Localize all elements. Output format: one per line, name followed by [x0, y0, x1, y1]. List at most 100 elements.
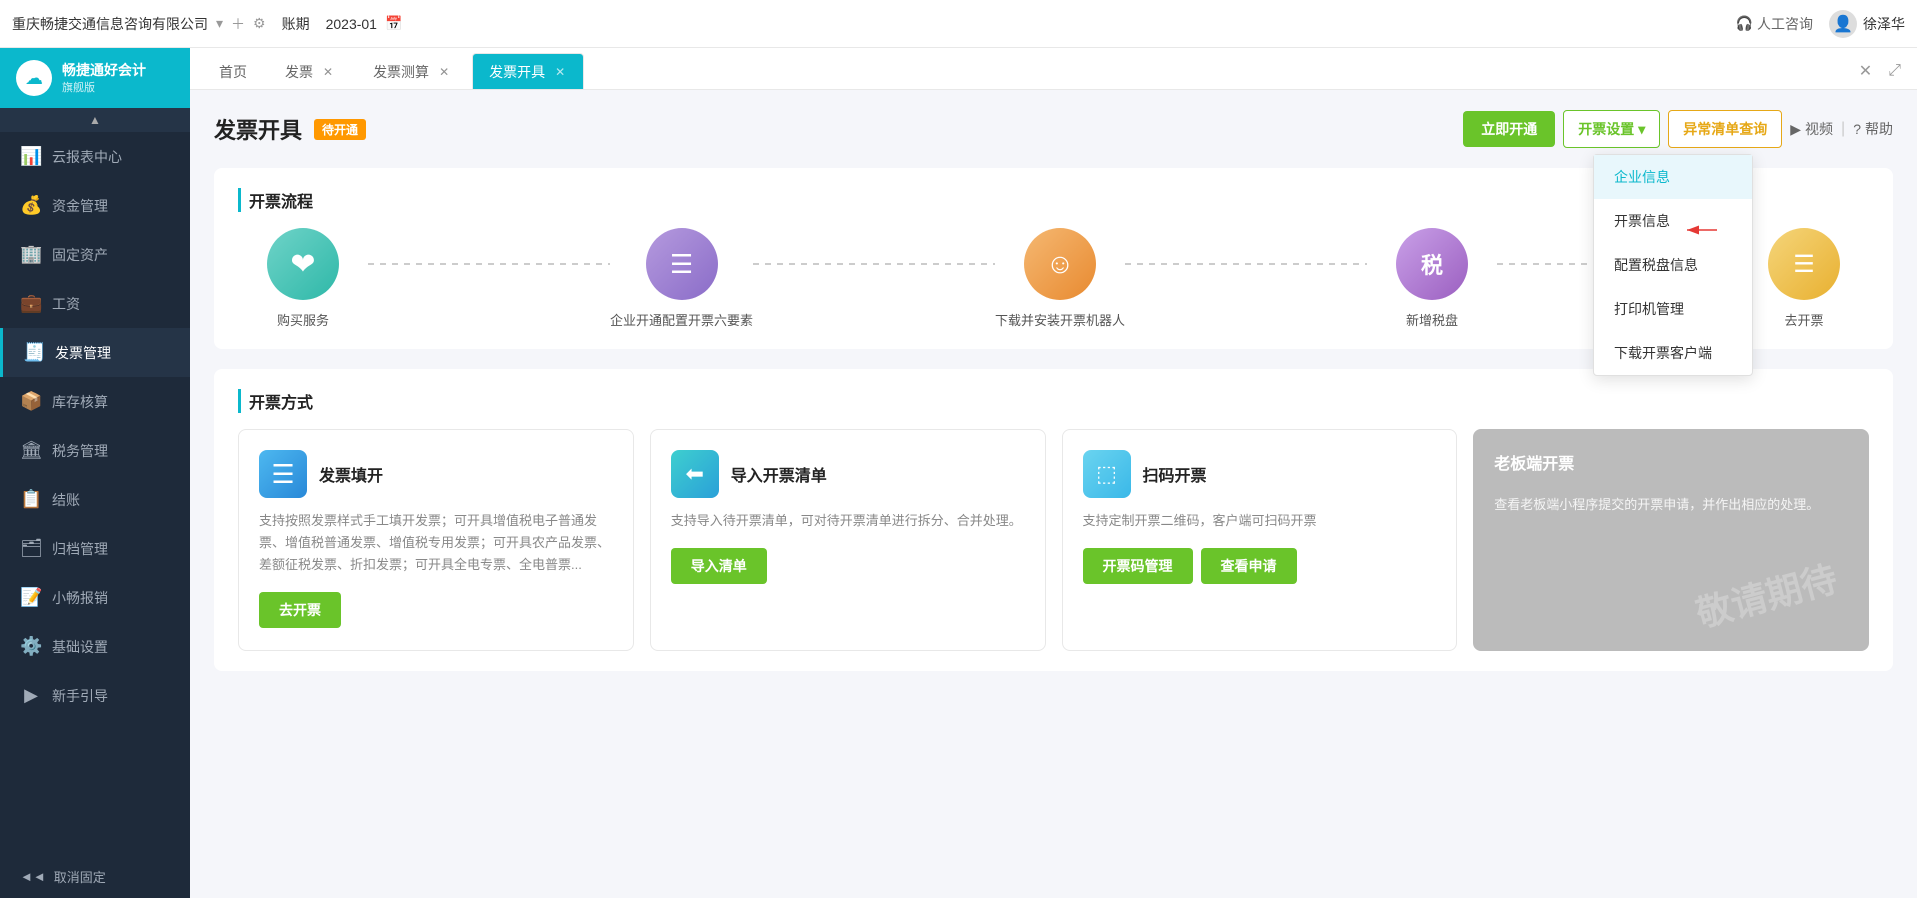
flow-step-buy: ❤ 购买服务 — [238, 228, 368, 329]
import-desc: 支持导入待开票清单，可对待开票清单进行拆分、合并处理。 — [671, 510, 1025, 532]
account-period-label: 账期 — [282, 14, 310, 34]
dropdown-item-printer[interactable]: 打印机管理 — [1594, 287, 1752, 331]
tab-invoice-close[interactable]: ✕ — [321, 63, 335, 81]
archive-icon: 🗂 — [20, 538, 42, 559]
flow-step-download-icon: ☺ — [1024, 228, 1096, 300]
sidebar-item-assets[interactable]: 🏢 固定资产 — [0, 230, 190, 279]
settings-dropdown-menu: 企业信息 开票信息 配置税盘信息 打印机管理 下载开票客户端 — [1593, 154, 1753, 376]
top-bar-right: 🎧 人工咨询 👤 徐泽华 — [1736, 10, 1905, 38]
logo-area: ☁ 畅捷通好会计 旗舰版 — [0, 48, 190, 108]
add-icon[interactable]: ＋ — [231, 14, 245, 34]
logo-icon: ☁ — [16, 60, 52, 96]
sidebar-item-settings[interactable]: ⚙️ 基础设置 — [0, 622, 190, 671]
dropdown-icon[interactable]: ▾ — [216, 15, 223, 32]
sidebar-scroll-up[interactable]: ▲ — [0, 108, 190, 132]
manual-desc: 支持按照发票样式手工填开发票；可开具增值税电子普通发票、增值税普通发票、增值税专… — [259, 510, 613, 576]
sidebar-item-label-invoice: 发票管理 — [55, 343, 111, 363]
flow-step-add-tax-label: 新增税盘 — [1406, 310, 1458, 329]
tab-invoice-calc-label: 发票测算 — [373, 62, 429, 82]
main-layout: ☁ 畅捷通好会计 旗舰版 ▲ 📊 云报表中心 💰 资金管理 🏢 固定资产 💼 工… — [0, 48, 1917, 898]
invoice-icon: 🧾 — [23, 342, 45, 363]
sidebar-item-report[interactable]: 📝 小畅报销 — [0, 573, 190, 622]
tab-invoice[interactable]: 发票 ✕ — [268, 53, 352, 89]
page-title-area: 发票开具 待开通 — [214, 113, 366, 145]
tab-invoice-calc[interactable]: 发票测算 ✕ — [356, 53, 468, 89]
methods-grid: ☰ 发票填开 支持按照发票样式手工填开发票；可开具增值税电子普通发票、增值税普通… — [238, 429, 1869, 651]
scan-view-apply-button[interactable]: 查看申请 — [1201, 548, 1297, 584]
user-info[interactable]: 👤 徐泽华 — [1829, 10, 1905, 38]
tab-invoice-issue-label: 发票开具 — [489, 62, 545, 82]
scan-code-mgmt-button[interactable]: 开票码管理 — [1083, 548, 1193, 584]
settings-nav-icon: ⚙️ — [20, 636, 42, 657]
sidebar-item-label-tax: 税务管理 — [52, 441, 108, 461]
tab-invoice-label: 发票 — [285, 62, 313, 82]
import-list-button[interactable]: 导入清单 — [671, 548, 767, 584]
dropdown-item-invoice-info[interactable]: 开票信息 — [1594, 199, 1752, 243]
sidebar-item-accounting[interactable]: 📋 结账 — [0, 475, 190, 524]
tab-invoice-issue[interactable]: 发票开具 ✕ — [472, 53, 584, 89]
sidebar-item-archive[interactable]: 🗂 归档管理 — [0, 524, 190, 573]
company-name: 重庆畅捷交通信息咨询有限公司 — [12, 14, 208, 34]
methods-section-title: 开票方式 — [238, 389, 1869, 413]
manual-icon: ☰ — [259, 450, 307, 498]
video-label: 视频 — [1805, 119, 1833, 139]
boss-card-content: 老板端开票 查看老板端小程序提交的开票申请，并作出相应的处理。 敬请期待 — [1494, 450, 1848, 630]
logo-title: 畅捷通好会计 — [62, 61, 146, 79]
sidebar-item-label-assets: 固定资产 — [52, 245, 108, 265]
sidebar-item-invoice[interactable]: 🧾 发票管理 — [0, 328, 190, 377]
payroll-icon: 💼 — [20, 293, 42, 314]
calendar-icon[interactable]: 📅 — [385, 15, 402, 32]
anomaly-button[interactable]: 异常清单查询 — [1668, 110, 1782, 148]
content-area: 首页 发票 ✕ 发票测算 ✕ 发票开具 ✕ ✕ ⤢ — [190, 48, 1917, 898]
tab-home[interactable]: 首页 — [202, 53, 264, 89]
divider: | — [1841, 120, 1845, 138]
dropdown-item-tax-config[interactable]: 配置税盘信息 — [1594, 243, 1752, 287]
flow-step-download: ☺ 下载并安装开票机器人 — [995, 228, 1125, 329]
guide-icon: ▶ — [20, 685, 42, 706]
sidebar-item-tax[interactable]: 🏛 税务管理 — [0, 426, 190, 475]
settings-icon[interactable]: ⚙ — [253, 15, 266, 32]
support-button[interactable]: 🎧 人工咨询 — [1736, 14, 1813, 34]
sidebar-item-label-inventory: 库存核算 — [52, 392, 108, 412]
sidebar-item-finance[interactable]: 💰 资金管理 — [0, 181, 190, 230]
page-header: 发票开具 待开通 立即开通 开票设置 ▾ 异常清单查询 ▶ 视频 | — [214, 110, 1893, 148]
tab-invoice-issue-close[interactable]: ✕ — [553, 63, 567, 81]
sidebar-item-label-archive: 归档管理 — [52, 539, 108, 559]
finance-icon: 💰 — [20, 195, 42, 216]
accounting-icon: 📋 — [20, 489, 42, 510]
tab-maximize-btn[interactable]: ⤢ — [1884, 58, 1905, 84]
sidebar-bottom-label: 取消固定 — [54, 867, 106, 886]
flow-step-issue-label: 去开票 — [1785, 310, 1824, 329]
boss-desc: 查看老板端小程序提交的开票申请，并作出相应的处理。 — [1494, 494, 1848, 516]
sidebar-item-inventory[interactable]: 📦 库存核算 — [0, 377, 190, 426]
sidebar-item-label-report: 小畅报销 — [52, 588, 108, 608]
flow-step-buy-icon: ❤ — [267, 228, 339, 300]
sidebar-pin-toggle[interactable]: ◄◄ 取消固定 — [0, 855, 190, 898]
help-icon: ? — [1853, 121, 1861, 137]
reports-icon: 📊 — [20, 146, 42, 167]
manual-issue-button[interactable]: 去开票 — [259, 592, 341, 628]
help-button[interactable]: ? 帮助 — [1853, 119, 1893, 139]
dropdown-item-download-client[interactable]: 下载开票客户端 — [1594, 331, 1752, 375]
import-name: 导入开票清单 — [731, 462, 827, 486]
settings-button[interactable]: 开票设置 ▾ — [1563, 110, 1660, 148]
flow-step-configure-label: 企业开通配置开票六要素 — [610, 310, 753, 329]
tab-invoice-calc-close[interactable]: ✕ — [437, 63, 451, 81]
dropdown-item-company-info[interactable]: 企业信息 — [1594, 155, 1752, 199]
method-card-scan: ⬚ 扫码开票 支持定制开票二维码，客户端可扫码开票 开票码管理 查看申请 — [1062, 429, 1458, 651]
top-bar: 重庆畅捷交通信息咨询有限公司 ▾ ＋ ⚙ 账期 2023-01 📅 🎧 人工咨询… — [0, 0, 1917, 48]
inventory-icon: 📦 — [20, 391, 42, 412]
flow-step-download-label: 下载并安装开票机器人 — [995, 310, 1125, 329]
sidebar-item-guide[interactable]: ▶ 新手引导 — [0, 671, 190, 720]
method-card-import-header: ⬅ 导入开票清单 — [671, 450, 1025, 498]
activate-button[interactable]: 立即开通 — [1463, 111, 1555, 147]
flow-step-configure: ☰ 企业开通配置开票六要素 — [610, 228, 753, 329]
sidebar-item-reports[interactable]: 📊 云报表中心 — [0, 132, 190, 181]
page-actions: 立即开通 开票设置 ▾ 异常清单查询 ▶ 视频 | ? 帮助 — [1463, 110, 1893, 148]
assets-icon: 🏢 — [20, 244, 42, 265]
video-button[interactable]: ▶ 视频 — [1790, 119, 1833, 139]
flow-connector-2 — [753, 263, 995, 265]
pin-icon: ◄◄ — [20, 869, 46, 884]
sidebar-item-payroll[interactable]: 💼 工资 — [0, 279, 190, 328]
tab-close-btn[interactable]: ✕ — [1855, 57, 1876, 85]
